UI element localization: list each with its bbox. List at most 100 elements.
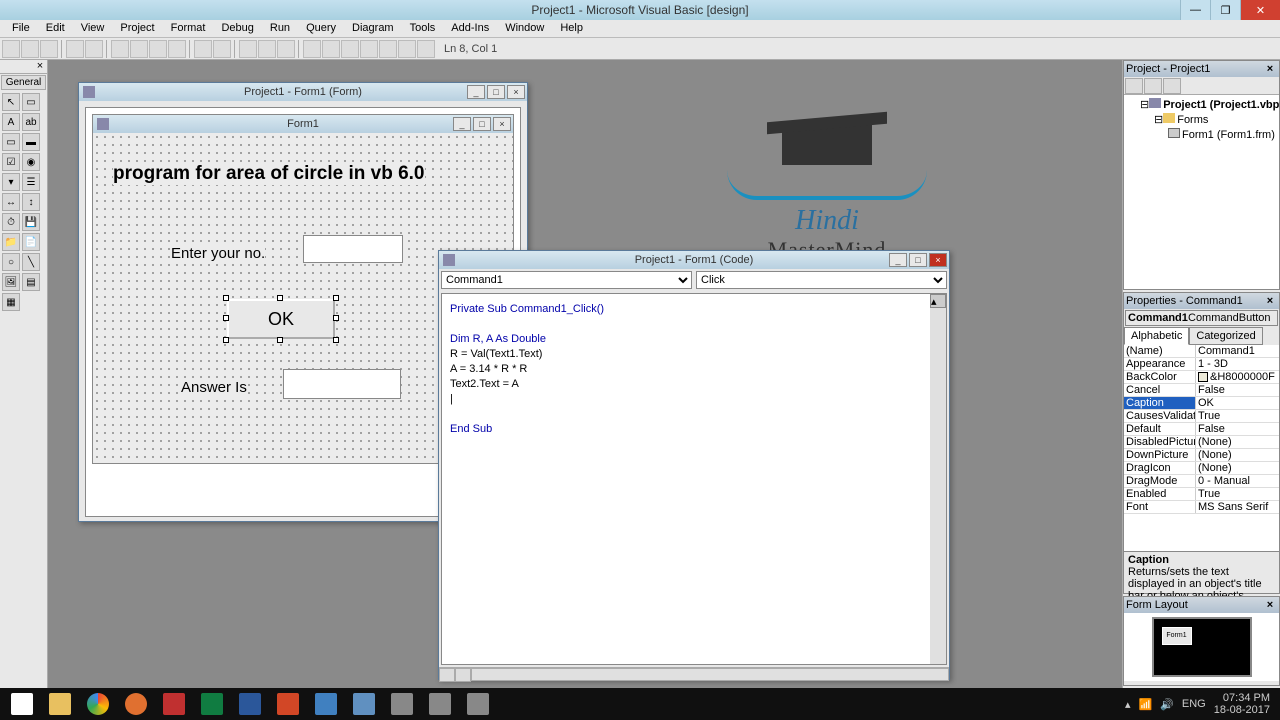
tb-addproject[interactable] <box>2 40 20 58</box>
tool-listbox[interactable]: ☰ <box>22 173 40 191</box>
code-editor[interactable]: ▴ Private Sub Command1_Click() Dim R, A … <box>441 293 947 665</box>
tb-start[interactable] <box>239 40 257 58</box>
tool-textbox[interactable]: ab <box>22 113 40 131</box>
menu-project[interactable]: Project <box>112 20 162 37</box>
start-button[interactable] <box>4 690 40 718</box>
task-search[interactable] <box>118 690 154 718</box>
code-window-max[interactable]: □ <box>909 253 927 267</box>
tool-combobox[interactable]: ▾ <box>2 173 20 191</box>
tray-lang[interactable]: ENG <box>1182 698 1206 710</box>
menu-tools[interactable]: Tools <box>402 20 444 37</box>
layout-close[interactable]: × <box>1263 599 1277 611</box>
prop-row-backcolor[interactable]: BackColor&H8000000F <box>1124 371 1279 384</box>
code-hscroll[interactable] <box>471 668 949 681</box>
tool-ole[interactable]: ▦ <box>2 293 20 311</box>
object-selector[interactable]: Command1 CommandButton <box>1125 310 1278 326</box>
tool-pointer[interactable]: ↖ <box>2 93 20 111</box>
minimize-button[interactable]: — <box>1180 0 1210 20</box>
code-window-close[interactable]: × <box>929 253 947 267</box>
text2-input[interactable] <box>283 369 401 399</box>
layout-form-mini[interactable]: Form1 <box>1162 627 1192 645</box>
toolbox-tab-general[interactable]: General <box>1 75 46 90</box>
tool-picturebox[interactable]: ▭ <box>22 93 40 111</box>
tb-end[interactable] <box>277 40 295 58</box>
project-close[interactable]: × <box>1263 63 1277 75</box>
tray-network-icon[interactable]: 📶 <box>1138 698 1152 711</box>
tb-open[interactable] <box>66 40 84 58</box>
prop-row-enabled[interactable]: EnabledTrue <box>1124 488 1279 501</box>
tree-forms-folder[interactable]: ⊟Forms <box>1126 112 1277 127</box>
form-window-max[interactable]: □ <box>487 85 505 99</box>
prop-row-font[interactable]: FontMS Sans Serif <box>1124 501 1279 514</box>
prop-row-causesvalidation[interactable]: CausesValidationTrue <box>1124 410 1279 423</box>
code-vscroll[interactable]: ▴ <box>930 294 946 664</box>
menu-query[interactable]: Query <box>298 20 344 37</box>
task-chrome[interactable] <box>80 690 116 718</box>
tb-redo[interactable] <box>213 40 231 58</box>
menu-debug[interactable]: Debug <box>213 20 261 37</box>
menu-file[interactable]: File <box>4 20 38 37</box>
code-window-min[interactable]: _ <box>889 253 907 267</box>
menu-view[interactable]: View <box>73 20 113 37</box>
ok-button[interactable]: OK <box>227 299 335 339</box>
menu-edit[interactable]: Edit <box>38 20 73 37</box>
answer-label[interactable]: Answer Is <box>181 379 247 396</box>
task-app5[interactable] <box>460 690 496 718</box>
procedure-combo[interactable]: Click <box>696 271 947 289</box>
task-app3[interactable] <box>384 690 420 718</box>
tool-image[interactable]: 🖼 <box>2 273 20 291</box>
tb-find[interactable] <box>168 40 186 58</box>
form-window-min[interactable]: _ <box>467 85 485 99</box>
tool-commandbutton[interactable]: ▬ <box>22 133 40 151</box>
view-code-button[interactable] <box>1125 78 1143 94</box>
tab-categorized[interactable]: Categorized <box>1189 327 1262 345</box>
tool-hscroll[interactable]: ↔ <box>2 193 20 211</box>
prop-row-caption[interactable]: CaptionOK <box>1124 397 1279 410</box>
menu-run[interactable]: Run <box>262 20 298 37</box>
task-powerpoint[interactable] <box>270 690 306 718</box>
tb-copy[interactable] <box>130 40 148 58</box>
tb-projectexp[interactable] <box>303 40 321 58</box>
tb-objbrowser[interactable] <box>360 40 378 58</box>
tool-label[interactable]: A <box>2 113 20 131</box>
tool-optionbutton[interactable]: ◉ <box>22 153 40 171</box>
menu-diagram[interactable]: Diagram <box>344 20 402 37</box>
tray-volume-icon[interactable]: 🔊 <box>1160 698 1174 711</box>
form1-close[interactable]: × <box>493 117 511 131</box>
prop-row-cancel[interactable]: CancelFalse <box>1124 384 1279 397</box>
tb-save[interactable] <box>85 40 103 58</box>
form-window-titlebar[interactable]: Project1 - Form1 (Form) _ □ × <box>79 83 527 101</box>
tb-properties[interactable] <box>322 40 340 58</box>
task-vb6[interactable] <box>346 690 382 718</box>
tool-dirlist[interactable]: 📁 <box>2 233 20 251</box>
menu-help[interactable]: Help <box>552 20 591 37</box>
layout-screen[interactable]: Form1 <box>1152 617 1252 677</box>
tool-checkbox[interactable]: ☑ <box>2 153 20 171</box>
menu-window[interactable]: Window <box>497 20 552 37</box>
menu-format[interactable]: Format <box>163 20 214 37</box>
tool-filelist[interactable]: 📄 <box>22 233 40 251</box>
tb-toolbox[interactable] <box>379 40 397 58</box>
tb-menueditor[interactable] <box>40 40 58 58</box>
form-window-close[interactable]: × <box>507 85 525 99</box>
tb-paste[interactable] <box>149 40 167 58</box>
toolbox-close[interactable]: × <box>33 60 47 73</box>
props-close[interactable]: × <box>1263 295 1277 307</box>
maximize-button[interactable]: ❐ <box>1210 0 1240 20</box>
tb-addform[interactable] <box>21 40 39 58</box>
tool-vscroll[interactable]: ↕ <box>22 193 40 211</box>
task-app1[interactable] <box>156 690 192 718</box>
tb-break[interactable] <box>258 40 276 58</box>
tool-timer[interactable]: ⏱ <box>2 213 20 231</box>
prop-row-name[interactable]: (Name)Command1 <box>1124 345 1279 358</box>
tb-cut[interactable] <box>111 40 129 58</box>
form1-titlebar[interactable]: Form1 _ □ × <box>93 115 513 133</box>
prop-row-appearance[interactable]: Appearance1 - 3D <box>1124 358 1279 371</box>
close-button[interactable]: ✕ <box>1240 0 1280 20</box>
tree-form1[interactable]: Form1 (Form1.frm) <box>1126 127 1277 142</box>
menu-addins[interactable]: Add-Ins <box>443 20 497 37</box>
tray-up-icon[interactable]: ▴ <box>1125 698 1131 711</box>
tab-alphabetic[interactable]: Alphabetic <box>1124 327 1189 345</box>
tool-frame[interactable]: ▭ <box>2 133 20 151</box>
enter-no-label[interactable]: Enter your no. <box>171 245 265 262</box>
